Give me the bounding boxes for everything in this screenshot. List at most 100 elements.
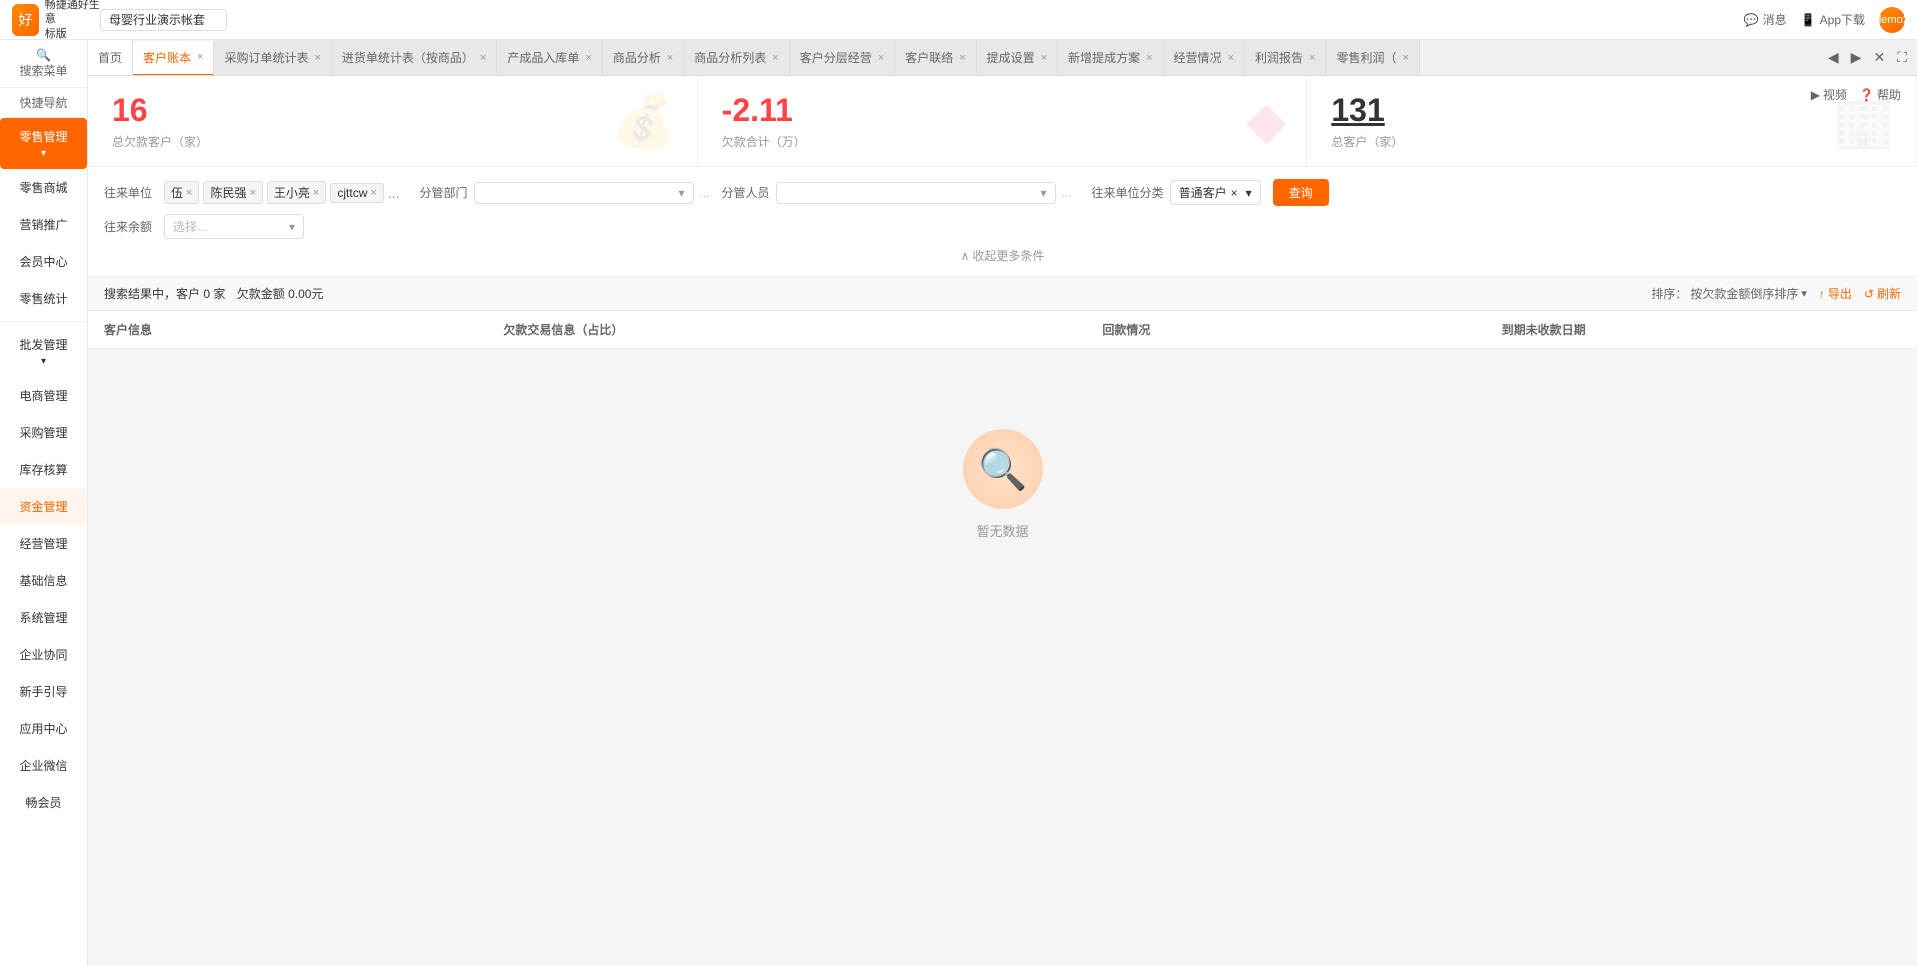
sidebar-item-app-center[interactable]: 应用中心 [0,710,87,747]
sidebar-item-retail-mgmt[interactable]: 零售管理 ▾ [0,118,87,169]
stat-icon-diamond: ◆ [1246,91,1286,151]
filter-unit-type-group: 往来单位分类 普通客户 × [1092,180,1261,205]
sort-btn[interactable]: 排序： 按欠款金额倒序排序 ▾ [1651,285,1807,302]
tab-product-analysis[interactable]: 商品分析 × [603,40,684,75]
top-right: 💬 消息 📱 App下载 demo2 [1744,7,1905,33]
video-btn[interactable]: ▶ 视频 [1811,86,1847,103]
stat-label-total-customers: 总客户（家） [1331,133,1892,150]
workspace-select[interactable]: 母婴行业演示帐套 [100,9,227,31]
filter-person-group: 分管人员 ... [722,182,1072,204]
logo-text: 畅捷通好生意 标版 [45,0,100,41]
message-btn[interactable]: 💬 消息 [1744,11,1787,28]
tab-close-customer-contact[interactable]: × [959,52,965,64]
help-btn[interactable]: ❓ 帮助 [1859,86,1901,103]
sidebar-item-inventory-check[interactable]: 库存核算 [0,451,87,488]
sort-arrow-icon: ▾ [1801,287,1807,300]
remove-tag-cjttcw[interactable]: × [370,187,376,199]
tab-close-cost-inbound[interactable]: × [585,52,591,64]
sidebar-item-enterprise-coop[interactable]: 企业协同 [0,636,87,673]
empty-text: 暂无数据 [976,521,1028,540]
tab-close-all-btn[interactable]: ✕ [1869,47,1889,68]
tab-inbound-stats[interactable]: 进货单统计表（按商品） × [332,40,497,75]
tab-customer-book[interactable]: 客户账本 × [133,41,214,76]
tab-close-raise-settings[interactable]: × [1041,52,1047,64]
tab-operation-status[interactable]: 经营情况 × [1164,40,1245,75]
sidebar-item-basic-info[interactable]: 基础信息 [0,562,87,599]
avatar[interactable]: demo2 [1879,7,1905,33]
remove-tag-wu[interactable]: × [186,187,192,199]
refresh-btn[interactable]: ↺ 刷新 [1864,285,1901,302]
filter-tag-wu[interactable]: 伍 × [164,181,199,204]
tab-close-purchase-order-stats[interactable]: × [314,52,320,64]
tab-close-operation-status[interactable]: × [1228,52,1234,64]
sidebar-item-retail-stats[interactable]: 零售统计 [0,280,87,317]
sidebar-item-purchase-mgmt[interactable]: 采购管理 [0,414,87,451]
tab-close-inbound-stats[interactable]: × [480,52,486,64]
sidebar-item-ecommerce-mgmt[interactable]: 电商管理 [0,377,87,414]
remove-tag-chenminqiang[interactable]: × [249,187,255,199]
help-icon: ❓ [1859,88,1874,102]
sidebar-item-member-vip[interactable]: 畅会员 [0,784,87,821]
sidebar-item-wholesale-mgmt[interactable]: 批发管理 ▾ [0,326,87,377]
tab-purchase-order-stats[interactable]: 采购订单统计表 × [214,40,331,75]
remove-unit-type-tag[interactable]: × [1231,186,1238,200]
query-btn[interactable]: 查询 [1273,179,1329,206]
top-bar: 好 畅捷通好生意 标版 母婴行业演示帐套 💬 消息 📱 App下载 demo2 [0,0,1917,40]
tab-profit-report[interactable]: 利润报告 × [1245,40,1326,75]
filter-balance-select[interactable]: 选择... [164,214,304,239]
collapse-arrow-icon: ∧ [961,249,970,263]
sidebar-item-system-mgmt[interactable]: 系统管理 [0,599,87,636]
tab-close-customer-book[interactable]: × [197,51,203,63]
tab-customer-contact[interactable]: 客户联络 × [895,40,976,75]
tab-product-analysis-list[interactable]: 商品分析列表 × [684,40,789,75]
sidebar-item-finance-mgmt[interactable]: 资金管理 [0,488,87,525]
tab-home[interactable]: 首页 [88,40,133,75]
tab-close-product-analysis[interactable]: × [667,52,673,64]
dept-more-btn[interactable]: ... [700,186,710,200]
col-header-debt: 欠款交易信息（占比） [503,321,1102,338]
app-download-btn[interactable]: 📱 App下载 [1801,11,1865,28]
remove-tag-wangxiaoliang[interactable]: × [313,187,319,199]
filter-more-units[interactable]: ... [388,185,400,201]
tab-close-new-raise-plan[interactable]: × [1146,52,1152,64]
tab-retail-profit[interactable]: 零售利润（ × [1326,40,1419,75]
tab-customer-tier[interactable]: 客户分层经营 × [790,40,895,75]
filter-tag-chenminqiang[interactable]: 陈民强 × [203,181,262,204]
person-more-btn[interactable]: ... [1062,186,1072,200]
sidebar-quick-nav[interactable]: 快捷导航 [0,88,87,118]
filter-person-select[interactable] [776,182,1056,204]
tab-cost-inbound[interactable]: 产成品入库单 × [497,40,602,75]
tab-fullscreen-btn[interactable]: ⛶ [1893,47,1911,68]
tab-close-customer-tier[interactable]: × [878,52,884,64]
dept-arrow-icon [678,186,684,200]
filter-dept-group: 分管部门 ... [419,182,709,204]
tab-prev-btn[interactable]: ◀ [1824,47,1843,68]
sidebar-item-member-center[interactable]: 会员中心 [0,243,87,280]
filter-unit-type-select[interactable]: 普通客户 × [1170,180,1261,205]
sidebar-item-retail-shop[interactable]: 零售商城 [0,169,87,206]
filter-balance-label: 往来余额 [104,218,152,235]
table-header: 客户信息 欠款交易信息（占比） 回款情况 到期未收款日期 [88,311,1917,349]
unit-type-arrow-icon [1246,186,1252,200]
sidebar-item-operation-mgmt[interactable]: 经营管理 [0,525,87,562]
filter-row-2: 往来余额 选择... [104,214,1901,239]
sidebar-item-marketing[interactable]: 营销推广 [0,206,87,243]
tab-close-profit-report[interactable]: × [1309,52,1315,64]
tab-controls: ◀ ▶ ✕ ⛶ [1818,47,1917,68]
export-btn[interactable]: ↑ 导出 [1819,285,1852,302]
collapse-btn[interactable]: ∧ 收起更多条件 [104,247,1901,264]
person-arrow-icon [1041,186,1047,200]
tab-raise-settings[interactable]: 提成设置 × [977,40,1058,75]
sidebar-search[interactable]: 🔍 搜索菜单 [0,40,87,88]
filter-tag-cjttcw[interactable]: cjttcw × [330,183,383,203]
filter-person-label: 分管人员 [722,184,770,201]
tab-next-btn[interactable]: ▶ [1847,47,1866,68]
filter-tag-wangxiaoliang[interactable]: 王小亮 × [267,181,326,204]
filter-dept-select[interactable] [474,182,694,204]
tab-close-retail-profit[interactable]: × [1402,52,1408,64]
tab-close-product-analysis-list[interactable]: × [772,52,778,64]
stat-top-actions: ▶ 视频 ❓ 帮助 [1811,86,1901,103]
tab-new-raise-plan[interactable]: 新增提成方案 × [1058,40,1163,75]
sidebar-item-new-guide[interactable]: 新手引导 [0,673,87,710]
sidebar-item-enterprise-wechat[interactable]: 企业微信 [0,747,87,784]
